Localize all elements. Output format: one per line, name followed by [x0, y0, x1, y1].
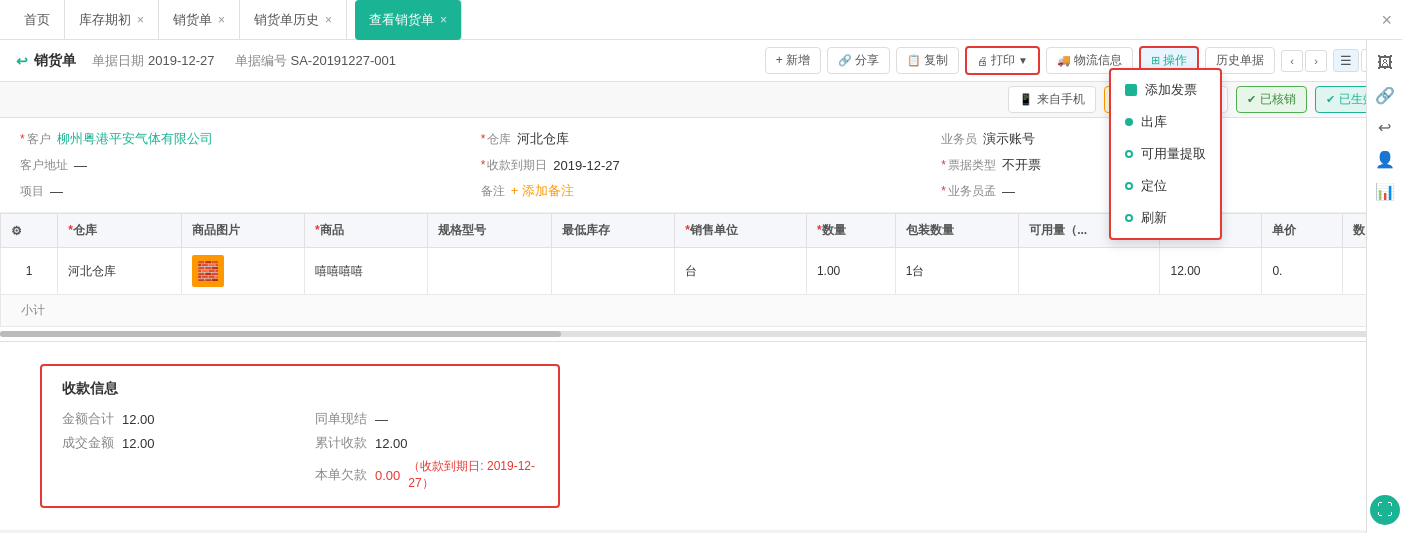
h-scrollbar[interactable]	[0, 331, 1402, 337]
col-quantity: 数量	[806, 214, 895, 248]
col-price: 单价	[1262, 214, 1342, 248]
panel-icon-refresh[interactable]: ↩	[1370, 112, 1400, 142]
doc-meta: 单据日期 2019-12-27 单据编号 SA-20191227-001	[92, 52, 749, 70]
new-button[interactable]: + 新增	[765, 47, 821, 74]
col-settings[interactable]: ⚙	[1, 214, 58, 248]
row-stock: 12.00	[1160, 248, 1262, 295]
row-available	[1019, 248, 1160, 295]
col-spec: 规格型号	[428, 214, 551, 248]
doc-number-label: 单据编号 SA-20191227-001	[235, 52, 397, 70]
add-invoice-icon	[1125, 84, 1137, 96]
row-warehouse: 河北仓库	[58, 248, 181, 295]
table-row: 1 河北仓库 🧱 嘻嘻嘻嘻 台 1.00 1台 12.00 0.	[1, 248, 1402, 295]
row-product: 嘻嘻嘻嘻	[305, 248, 428, 295]
outbound-icon	[1125, 118, 1133, 126]
scroll-thumb	[0, 331, 561, 337]
right-panel: 🖼 🔗 ↩ 👤 📊 ⛶	[1366, 40, 1402, 530]
tab-inventory-init[interactable]: 库存期初 ×	[65, 0, 159, 40]
payment-section: 收款信息 金额合计 12.00 同单现结 — 成交金额 12.00 累计收款 1…	[40, 364, 560, 508]
col-min-stock: 最低库存	[551, 214, 674, 248]
col-product-img: 商品图片	[181, 214, 304, 248]
row-price: 0.	[1262, 248, 1342, 295]
nav-arrows: ‹ ›	[1281, 50, 1327, 72]
close-tab-inventory-init[interactable]: ×	[137, 13, 144, 27]
row-product-img: 🧱	[181, 248, 304, 295]
remark-field: 备注 + 添加备注	[481, 182, 922, 200]
panel-icon-img[interactable]: 🖼	[1370, 48, 1400, 78]
panel-icon-user[interactable]: 👤	[1370, 144, 1400, 174]
col-warehouse: 仓库	[58, 214, 181, 248]
dropdown-add-invoice[interactable]: 添加发票	[1111, 74, 1220, 106]
copy-button[interactable]: 📋 复制	[896, 47, 959, 74]
tab-home[interactable]: 首页	[10, 0, 65, 40]
panel-icon-link[interactable]: 🔗	[1370, 80, 1400, 110]
locate-icon	[1125, 182, 1133, 190]
payment-total: 金额合计 12.00	[62, 410, 285, 428]
doc-icon: ↩	[16, 53, 28, 69]
tab-view-sales-order[interactable]: 查看销货单 ×	[355, 0, 462, 40]
dropdown-available-qty[interactable]: 可用量提取	[1111, 138, 1220, 170]
dropdown-locate[interactable]: 定位	[1111, 170, 1220, 202]
product-image: 🧱	[192, 255, 224, 287]
window-close-button[interactable]: ×	[1381, 9, 1392, 30]
mobile-status[interactable]: 📱 来自手机	[1008, 86, 1096, 113]
payment-deal: 成交金额 12.00	[62, 434, 285, 452]
tab-bar: 首页 库存期初 × 销货单 × 销货单历史 × 查看销货单 × ×	[0, 0, 1402, 40]
panel-icon-expand[interactable]: ⛶	[1370, 495, 1400, 525]
payment-title: 收款信息	[62, 380, 538, 398]
address-field: 客户地址 —	[20, 156, 461, 174]
doc-title: ↩ 销货单	[16, 52, 76, 70]
doc-title-text: 销货单	[34, 52, 76, 70]
close-tab-sales-order-history[interactable]: ×	[325, 13, 332, 27]
close-tab-view-sales-order[interactable]: ×	[440, 13, 447, 27]
available-qty-icon	[1125, 150, 1133, 158]
next-button[interactable]: ›	[1305, 50, 1327, 72]
subtotal-row: 小计	[1, 295, 1402, 327]
close-tab-sales-order[interactable]: ×	[218, 13, 225, 27]
tab-sales-order-history[interactable]: 销货单历史 ×	[240, 0, 347, 40]
prev-button[interactable]: ‹	[1281, 50, 1303, 72]
dropdown-outbound[interactable]: 出库	[1111, 106, 1220, 138]
refresh-icon	[1125, 214, 1133, 222]
due-date-field: 收款到期日 2019-12-27	[481, 156, 922, 174]
col-product: 商品	[305, 214, 428, 248]
payment-grid: 金额合计 12.00 同单现结 — 成交金额 12.00 累计收款 12.00 …	[62, 410, 538, 492]
col-unit: 销售单位	[675, 214, 807, 248]
payment-cumulative: 累计收款 12.00	[315, 434, 538, 452]
doc-date-label: 单据日期 2019-12-27	[92, 52, 215, 70]
subtotal-label: 小计	[1, 295, 1402, 327]
print-button[interactable]: 🖨 打印 ▼	[965, 46, 1040, 75]
customer-field: 客户 柳州粤港平安气体有限公司	[20, 130, 461, 148]
row-quantity: 1.00	[806, 248, 895, 295]
share-button[interactable]: 🔗 分享	[827, 47, 890, 74]
tab-sales-order[interactable]: 销货单 ×	[159, 0, 240, 40]
warehouse-field: 仓库 河北仓库	[481, 130, 922, 148]
dropdown-refresh[interactable]: 刷新	[1111, 202, 1220, 234]
list-view-button[interactable]: ☰	[1333, 49, 1359, 72]
cancelled-status[interactable]: ✔ 已核销	[1236, 86, 1307, 113]
payment-due-date: （收款到期日: 2019-12-27）	[408, 458, 538, 492]
project-field: 项目 —	[20, 182, 461, 200]
row-unit: 台	[675, 248, 807, 295]
row-spec	[428, 248, 551, 295]
col-pack-qty: 包装数量	[895, 214, 1018, 248]
row-pack-qty: 1台	[895, 248, 1018, 295]
doc-actions: + 新增 🔗 分享 📋 复制 🖨 打印 ▼ 🚚 物流信息 ⊞ 操作 历史单据 ‹…	[765, 46, 1386, 75]
panel-icon-chart[interactable]: 📊	[1370, 176, 1400, 206]
payment-same-settle: 同单现结 —	[315, 410, 538, 428]
row-seq: 1	[1, 248, 58, 295]
row-min-stock	[551, 248, 674, 295]
payment-owed: 本单欠款 0.00 （收款到期日: 2019-12-27）	[315, 458, 538, 492]
operations-dropdown: 添加发票 出库 可用量提取 定位 刷新	[1109, 68, 1222, 240]
bottom-section: 收款信息 金额合计 12.00 同单现结 — 成交金额 12.00 累计收款 1…	[0, 342, 1402, 530]
